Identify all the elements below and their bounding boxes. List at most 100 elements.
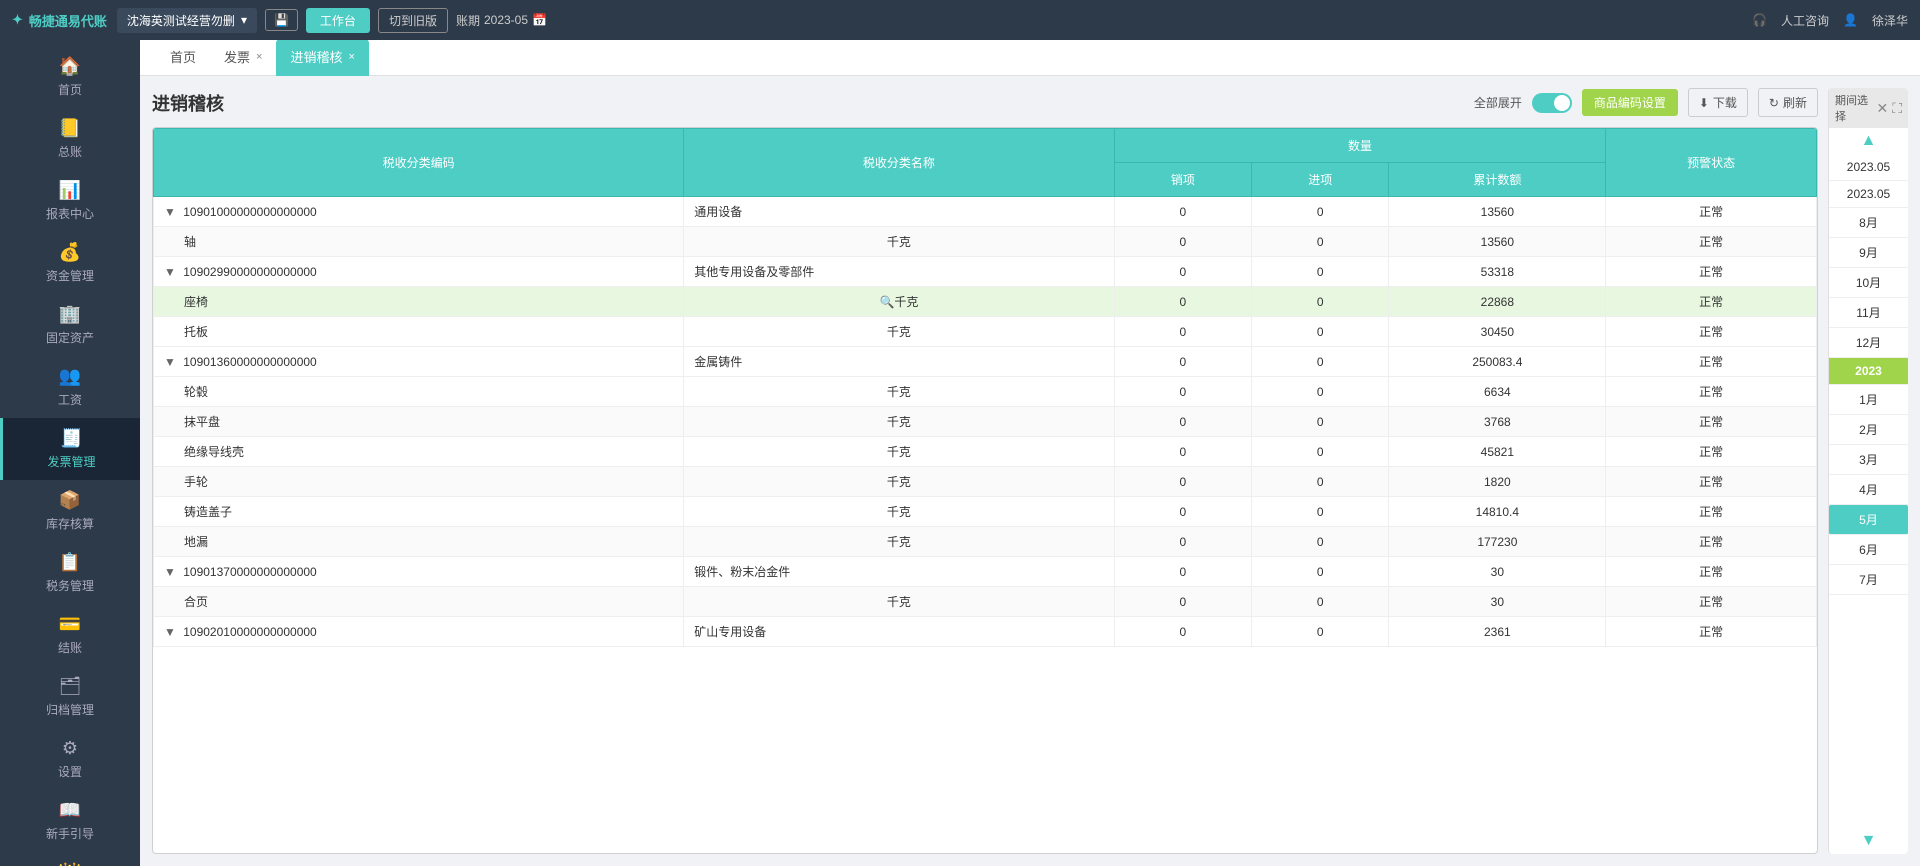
name-cell: 锻件、粉末冶金件 — [684, 557, 1114, 587]
table-row: 抹平盘 千克 0 0 3768 正常 — [154, 407, 1817, 437]
expand-toggle[interactable] — [1532, 93, 1572, 113]
save-icon: 💾 — [274, 13, 289, 27]
status-cell: 正常 — [1606, 257, 1817, 287]
sidebar-item-assets[interactable]: 🏢 固定资产 — [0, 294, 140, 356]
period-item[interactable]: 4月 — [1829, 475, 1908, 505]
sidebar-item-funds[interactable]: 💰 资金管理 — [0, 232, 140, 294]
period-item[interactable]: 2023 — [1829, 358, 1908, 385]
right-panel: 期间选择 ✕ ⛶ ▲ 2023.052023.058月9月10月11月12月20… — [1828, 88, 1908, 854]
col-header-code: 税收分类编码 — [154, 129, 684, 197]
child-code-cell: 铸造盖子 — [154, 497, 684, 527]
tab-invoice[interactable]: 发票 × — [210, 40, 276, 76]
period-item[interactable]: 9月 — [1829, 238, 1908, 268]
download-button[interactable]: ⬇ 下载 — [1688, 88, 1748, 117]
home-icon: 🏠 — [59, 56, 81, 77]
header-actions: 全部展开 商品编码设置 ⬇ 下载 ↻ 刷新 — [1474, 88, 1818, 117]
sidebar-item-label: 结账 — [58, 639, 82, 656]
sidebar-item-vip[interactable]: 👑 畅会员 — [0, 852, 140, 866]
collapse-arrow-icon[interactable]: ▼ — [164, 565, 176, 579]
status-cell: 正常 — [1606, 347, 1817, 377]
sidebar-item-ledger[interactable]: 📒 总账 — [0, 108, 140, 170]
period-item[interactable]: 12月 — [1829, 328, 1908, 358]
period-item[interactable]: 2023.05 — [1829, 181, 1908, 208]
period-item[interactable]: 11月 — [1829, 298, 1908, 328]
unit-cell: 千克 — [684, 377, 1114, 407]
sale-qty-cell: 0 — [1114, 287, 1251, 317]
search-icon[interactable]: 🔍 — [879, 295, 894, 309]
unit-cell: 千克 — [684, 317, 1114, 347]
total-cell: 13560 — [1389, 197, 1606, 227]
unit-cell: 千克 — [684, 497, 1114, 527]
period-item[interactable]: 7月 — [1829, 565, 1908, 595]
child-code-cell: 地漏 — [154, 527, 684, 557]
tab-invoice-close[interactable]: × — [256, 51, 262, 63]
total-cell: 177230 — [1389, 527, 1606, 557]
sidebar-item-payroll[interactable]: 👥 工资 — [0, 356, 140, 418]
period-item[interactable]: 6月 — [1829, 535, 1908, 565]
sidebar-item-inventory[interactable]: 📦 库存核算 — [0, 480, 140, 542]
tab-reconcile-close[interactable]: × — [348, 51, 354, 63]
page-content: 进销稽核 全部展开 商品编码设置 ⬇ 下载 ↻ 刷新 — [140, 76, 1920, 866]
content-area: 首页 发票 × 进销稽核 × 进销稽核 全部展 — [140, 40, 1920, 866]
scroll-down-button[interactable]: ▼ — [1829, 828, 1908, 854]
purchase-qty-cell: 0 — [1252, 377, 1389, 407]
sidebar-item-label: 税务管理 — [46, 577, 94, 594]
period-item[interactable]: 10月 — [1829, 268, 1908, 298]
period-item[interactable]: 5月 — [1829, 505, 1908, 535]
sidebar-item-settlement[interactable]: 💳 结账 — [0, 604, 140, 666]
group-code-cell: ▼ 10901370000000000000 — [154, 557, 684, 587]
calendar-icon[interactable]: 📅 — [532, 13, 547, 27]
sale-qty-cell: 0 — [1114, 587, 1251, 617]
sidebar-item-label: 新手引导 — [46, 825, 94, 842]
collapse-arrow-icon[interactable]: ▼ — [164, 205, 176, 219]
close-panel-button[interactable]: ✕ — [1876, 100, 1888, 117]
table-row: 铸造盖子 千克 0 0 14810.4 正常 — [154, 497, 1817, 527]
tab-home[interactable]: 首页 — [156, 40, 210, 76]
sidebar-item-invoice[interactable]: 🧾 发票管理 — [0, 418, 140, 480]
total-cell: 250083.4 — [1389, 347, 1606, 377]
sidebar-item-tax[interactable]: 📋 税务管理 — [0, 542, 140, 604]
purchase-qty-cell: 0 — [1252, 437, 1389, 467]
sidebar-item-label: 报表中心 — [46, 205, 94, 222]
status-cell: 正常 — [1606, 557, 1817, 587]
sale-qty-cell: 0 — [1114, 377, 1251, 407]
sidebar-item-home[interactable]: 🏠 首页 — [0, 46, 140, 108]
download-label: 下载 — [1713, 94, 1737, 111]
product-code-button[interactable]: 商品编码设置 — [1582, 89, 1678, 116]
sidebar-item-label: 设置 — [58, 763, 82, 780]
name-cell: 通用设备 — [684, 197, 1114, 227]
sale-qty-cell: 0 — [1114, 257, 1251, 287]
main-panel: 进销稽核 全部展开 商品编码设置 ⬇ 下载 ↻ 刷新 — [152, 88, 1818, 854]
purchase-qty-cell: 0 — [1252, 587, 1389, 617]
period-item[interactable]: 2023.05 — [1829, 154, 1908, 181]
expand-panel-button[interactable]: ⛶ — [1892, 100, 1902, 117]
sidebar-item-archive[interactable]: 🗂 归档管理 — [0, 666, 140, 728]
tab-reconcile[interactable]: 进销稽核 × — [276, 40, 368, 76]
sidebar-item-settings[interactable]: ⚙ 设置 — [0, 728, 140, 790]
refresh-button[interactable]: ↻ 刷新 — [1758, 88, 1818, 117]
child-code-cell: 座椅 — [154, 287, 684, 317]
sale-qty-cell: 0 — [1114, 407, 1251, 437]
collapse-arrow-icon[interactable]: ▼ — [164, 265, 176, 279]
save-button[interactable]: 💾 — [265, 9, 298, 31]
child-code-cell: 轴 — [154, 227, 684, 257]
scroll-up-button[interactable]: ▲ — [1829, 128, 1908, 154]
collapse-arrow-icon[interactable]: ▼ — [164, 625, 176, 639]
purchase-qty-cell: 0 — [1252, 197, 1389, 227]
period-item[interactable]: 8月 — [1829, 208, 1908, 238]
table-row: 轴 千克 0 0 13560 正常 — [154, 227, 1817, 257]
collapse-arrow-icon[interactable]: ▼ — [164, 355, 176, 369]
sidebar-item-reports[interactable]: 📊 报表中心 — [0, 170, 140, 232]
purchase-qty-cell: 0 — [1252, 497, 1389, 527]
company-selector[interactable]: 沈海英测试经营勿删 ▾ — [117, 8, 257, 33]
sidebar-item-guide[interactable]: 📖 新手引导 — [0, 790, 140, 852]
period-item[interactable]: 1月 — [1829, 385, 1908, 415]
period-item[interactable]: 3月 — [1829, 445, 1908, 475]
total-cell: 22868 — [1389, 287, 1606, 317]
service-label[interactable]: 人工咨询 — [1781, 12, 1829, 29]
period-value: 2023-05 — [484, 13, 528, 27]
workbench-button[interactable]: 工作台 — [306, 8, 370, 33]
sale-qty-cell: 0 — [1114, 617, 1251, 647]
old-version-button[interactable]: 切到旧版 — [378, 8, 448, 33]
period-item[interactable]: 2月 — [1829, 415, 1908, 445]
